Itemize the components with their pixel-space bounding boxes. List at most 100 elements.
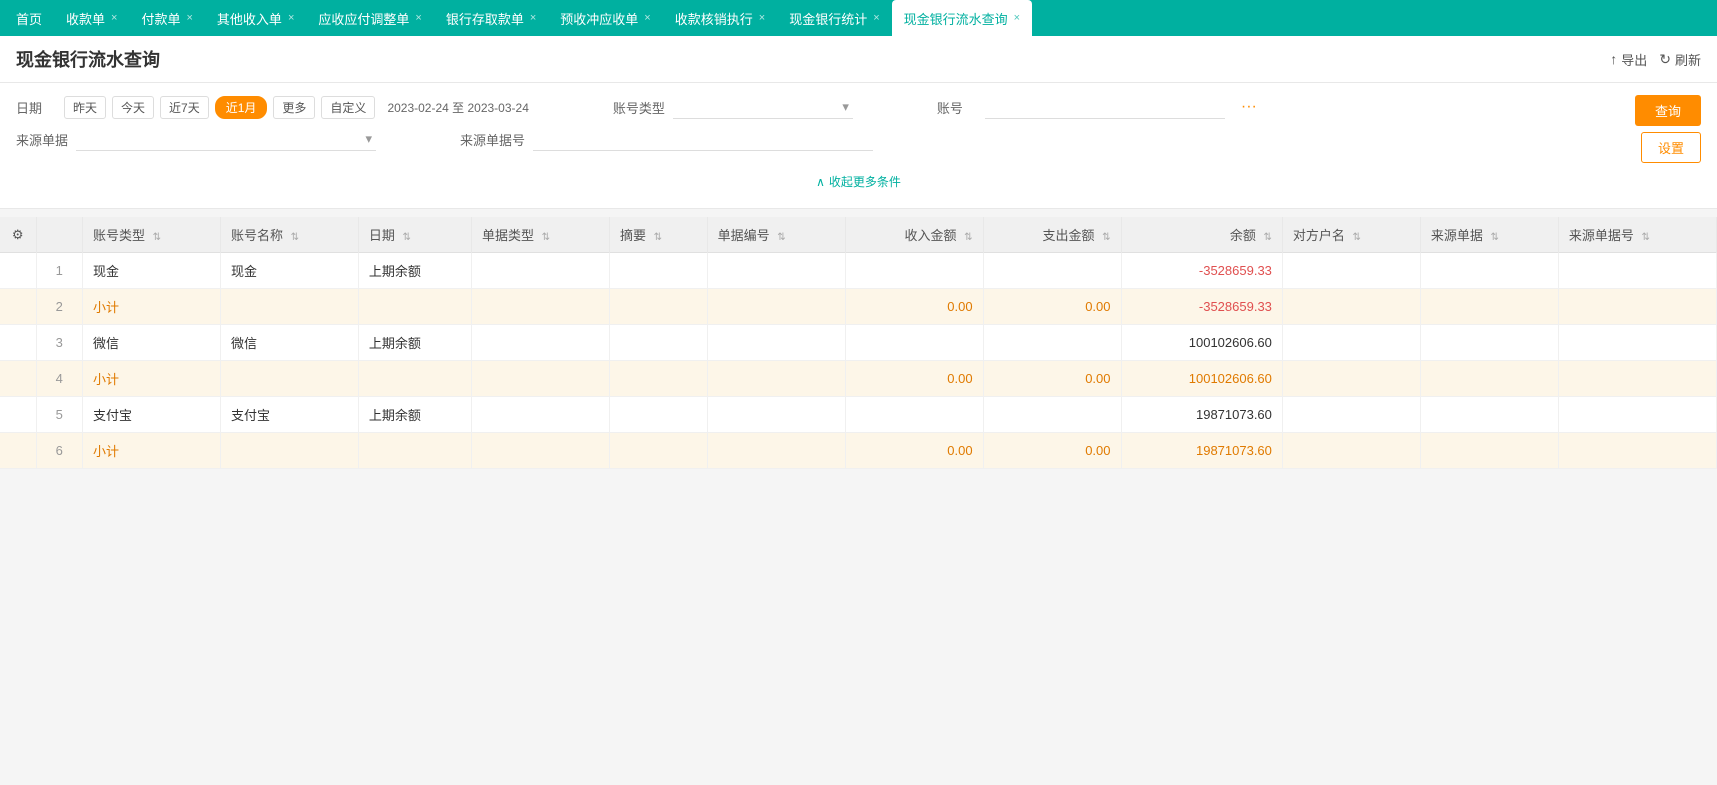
- cell-source-doc: [1420, 397, 1558, 433]
- close-icon[interactable]: ×: [186, 12, 192, 24]
- page-header: 现金银行流水查询 ↑ 导出 ↻ 刷新: [0, 36, 1717, 83]
- th-source-doc-no[interactable]: 来源单据号 ⇅: [1558, 217, 1716, 253]
- row-gear-cell[interactable]: [0, 289, 36, 325]
- cell-counterparty: [1282, 361, 1420, 397]
- row-number: 5: [36, 397, 82, 433]
- row-gear-cell[interactable]: [0, 253, 36, 289]
- account-type-select[interactable]: [673, 95, 853, 119]
- cell-doc-no: [707, 397, 845, 433]
- cell-source-doc: [1420, 289, 1558, 325]
- table-row: 3 微信 微信 上期余额 100102606.60: [0, 325, 1717, 361]
- close-icon[interactable]: ×: [288, 12, 294, 24]
- export-button[interactable]: ↑ 导出: [1610, 50, 1647, 69]
- cell-doc-type: [472, 253, 610, 289]
- close-icon[interactable]: ×: [415, 12, 421, 24]
- cell-summary: [609, 253, 707, 289]
- cell-income: [845, 325, 983, 361]
- close-icon[interactable]: ×: [111, 12, 117, 24]
- sort-icon: ⇅: [1641, 232, 1649, 243]
- date-btn-yesterday[interactable]: 昨天: [64, 96, 106, 119]
- cell-source-doc: [1420, 361, 1558, 397]
- sort-icon: ⇅: [291, 232, 299, 243]
- sort-icon: ⇅: [1102, 232, 1110, 243]
- row-gear-cell[interactable]: [0, 433, 36, 469]
- th-counterparty[interactable]: 对方户名 ⇅: [1282, 217, 1420, 253]
- th-income[interactable]: 收入金额 ⇅: [845, 217, 983, 253]
- nav-item-cash-bank-flow[interactable]: 现金银行流水查询 ×: [892, 0, 1032, 36]
- cell-account-name: [220, 361, 358, 397]
- th-expense[interactable]: 支出金额 ⇅: [983, 217, 1121, 253]
- refresh-button[interactable]: ↻ 刷新: [1659, 50, 1701, 69]
- source-doc-no-group: 来源单据号: [460, 127, 873, 151]
- th-gear[interactable]: ⚙: [0, 217, 36, 253]
- cell-summary: [609, 397, 707, 433]
- nav-item-home[interactable]: 首页: [4, 0, 54, 36]
- sort-icon: ⇅: [153, 232, 161, 243]
- cell-account-name: 支付宝: [220, 397, 358, 433]
- cell-date: 上期余额: [358, 397, 471, 433]
- row-number: 2: [36, 289, 82, 325]
- cell-account-type: 现金: [82, 253, 220, 289]
- account-input[interactable]: [985, 95, 1225, 119]
- row-number: 3: [36, 325, 82, 361]
- close-icon[interactable]: ×: [644, 12, 650, 24]
- nav-item-receipt-exec[interactable]: 收款核销执行 ×: [663, 0, 777, 36]
- date-btn-more[interactable]: 更多: [273, 96, 315, 119]
- collapse-bar[interactable]: ∧ 收起更多条件: [16, 167, 1701, 196]
- row-gear-cell[interactable]: [0, 361, 36, 397]
- date-btn-today[interactable]: 今天: [112, 96, 154, 119]
- th-source-doc[interactable]: 来源单据 ⇅: [1420, 217, 1558, 253]
- close-icon[interactable]: ×: [530, 12, 536, 24]
- nav-item-receipt[interactable]: 收款单 ×: [54, 0, 129, 36]
- gear-icon[interactable]: ⚙: [12, 227, 24, 242]
- cell-income: [845, 397, 983, 433]
- table-row: 6 小计 0.00 0.00 19871073.60: [0, 433, 1717, 469]
- cell-income: 0.00: [845, 289, 983, 325]
- cell-doc-no: [707, 361, 845, 397]
- th-account-type[interactable]: 账号类型 ⇅: [82, 217, 220, 253]
- nav-item-adjustment[interactable]: 应收应付调整单 ×: [306, 0, 433, 36]
- sort-icon: ⇅: [1491, 232, 1499, 243]
- nav-item-bank-deposit[interactable]: 银行存取款单 ×: [434, 0, 548, 36]
- cell-account-name: [220, 433, 358, 469]
- th-account-name[interactable]: 账号名称 ⇅: [220, 217, 358, 253]
- th-doc-no[interactable]: 单据编号 ⇅: [707, 217, 845, 253]
- source-doc-label: 来源单据: [16, 130, 68, 149]
- cell-expense: 0.00: [983, 289, 1121, 325]
- cell-doc-type: [472, 433, 610, 469]
- th-date[interactable]: 日期 ⇅: [358, 217, 471, 253]
- close-icon[interactable]: ×: [1014, 12, 1020, 24]
- th-doc-type[interactable]: 单据类型 ⇅: [472, 217, 610, 253]
- account-label: 账号: [937, 98, 977, 117]
- source-doc-select[interactable]: [76, 127, 376, 151]
- row-gear-cell[interactable]: [0, 397, 36, 433]
- cell-source-doc-no: [1558, 397, 1716, 433]
- nav-item-cash-bank-stats[interactable]: 现金银行统计 ×: [777, 0, 891, 36]
- source-doc-no-input[interactable]: [533, 127, 873, 151]
- close-icon[interactable]: ×: [759, 12, 765, 24]
- date-btn-7days[interactable]: 近7天: [160, 96, 209, 119]
- cell-counterparty: [1282, 253, 1420, 289]
- th-summary[interactable]: 摘要 ⇅: [609, 217, 707, 253]
- th-balance[interactable]: 余额 ⇅: [1121, 217, 1282, 253]
- nav-item-other-income[interactable]: 其他收入单 ×: [205, 0, 306, 36]
- cell-account-type: 小计: [82, 289, 220, 325]
- nav-item-payment[interactable]: 付款单 ×: [129, 0, 204, 36]
- date-range-display: 2023-02-24 至 2023-03-24: [387, 99, 528, 116]
- date-btn-custom[interactable]: 自定义: [321, 96, 375, 119]
- settings-button[interactable]: 设置: [1641, 132, 1701, 163]
- account-dots-button[interactable]: ···: [1233, 98, 1265, 116]
- row-number: 6: [36, 433, 82, 469]
- nav-item-advance-offset[interactable]: 预收冲应收单 ×: [548, 0, 662, 36]
- close-icon[interactable]: ×: [873, 12, 879, 24]
- header-actions: ↑ 导出 ↻ 刷新: [1610, 50, 1701, 69]
- date-btn-1month[interactable]: 近1月: [215, 96, 268, 119]
- sort-icon: ⇅: [777, 232, 785, 243]
- sort-icon: ⇅: [1264, 232, 1272, 243]
- query-button[interactable]: 查询: [1635, 95, 1701, 126]
- cell-account-type: 微信: [82, 325, 220, 361]
- row-gear-cell[interactable]: [0, 325, 36, 361]
- collapse-up-icon: ∧: [816, 175, 825, 189]
- cell-account-type: 支付宝: [82, 397, 220, 433]
- sort-icon: ⇅: [654, 232, 662, 243]
